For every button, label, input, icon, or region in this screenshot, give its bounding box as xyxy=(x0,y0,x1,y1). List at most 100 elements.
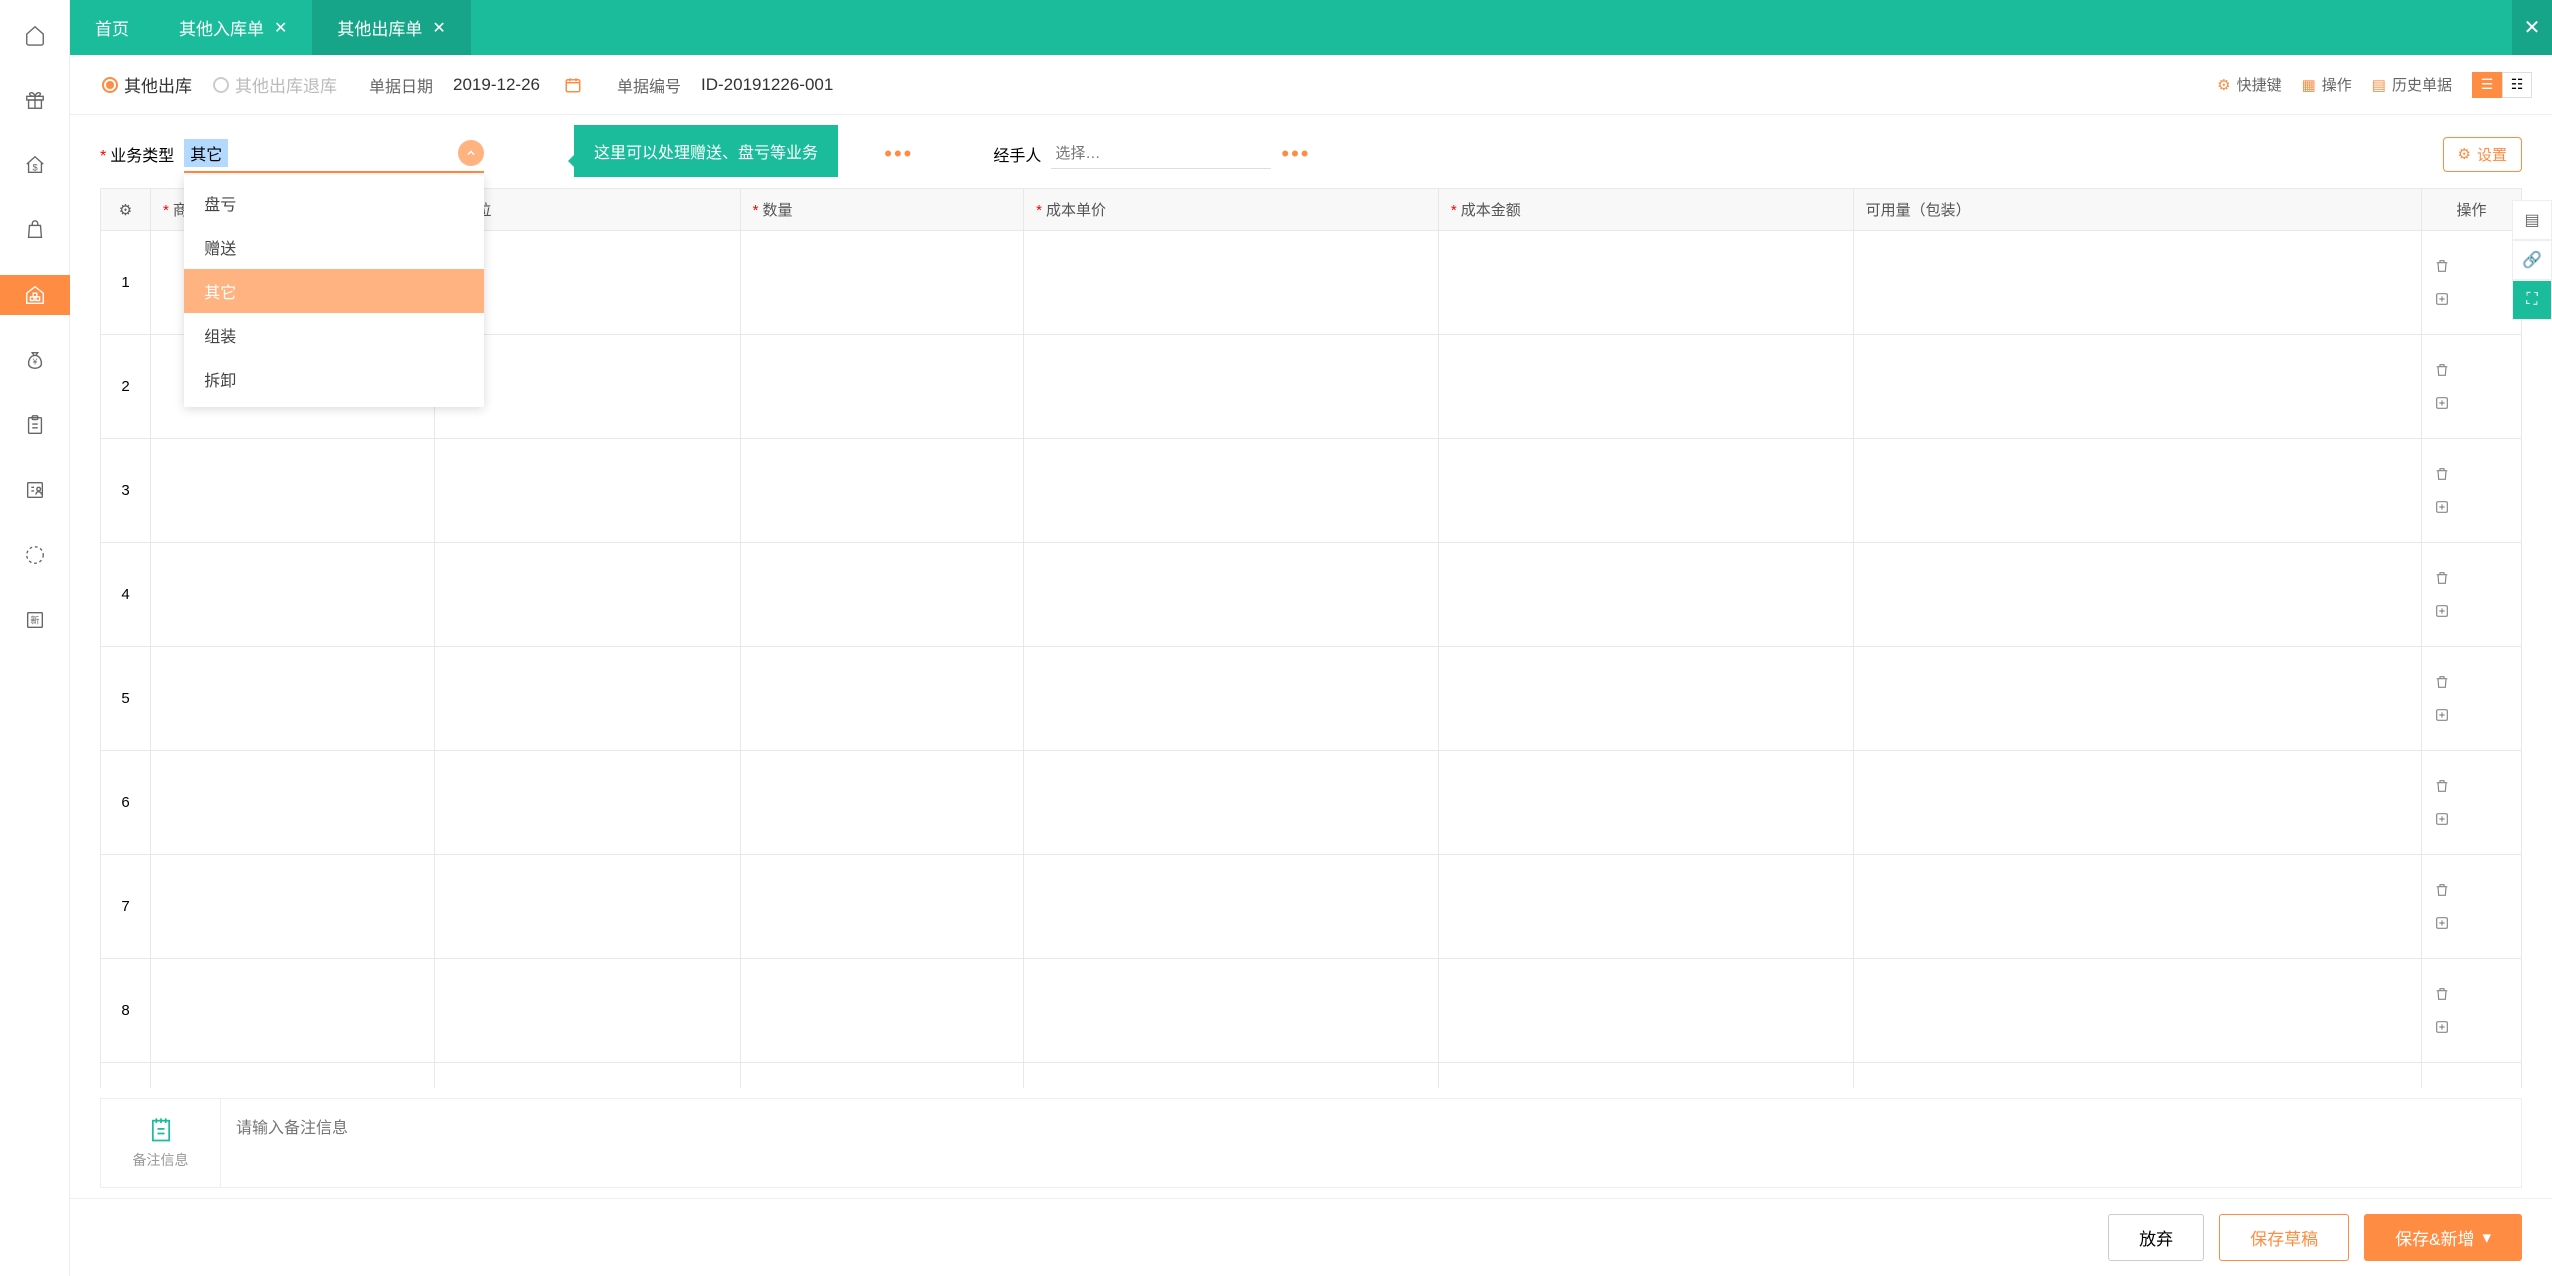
table-row[interactable]: 3 xyxy=(101,439,2522,543)
add-row-icon[interactable] xyxy=(2434,603,2509,619)
radio-other-outbound-return[interactable]: 其他出库退库 xyxy=(205,68,345,101)
shortcut-button[interactable]: ⚙ 快捷键 xyxy=(2217,74,2281,95)
remarks-input[interactable] xyxy=(221,1099,2521,1187)
handler-input[interactable] xyxy=(1051,139,1271,169)
delete-row-icon[interactable] xyxy=(2434,362,2509,378)
table-row[interactable]: 8 xyxy=(101,959,2522,1063)
right-notes-icon[interactable]: ▤ xyxy=(2512,200,2552,240)
calendar-icon[interactable] xyxy=(564,76,582,94)
settings-button[interactable]: ⚙ 设置 xyxy=(2443,137,2522,172)
add-row-icon[interactable] xyxy=(2434,707,2509,723)
delete-row-icon[interactable] xyxy=(2434,778,2509,794)
table-row[interactable]: 5 xyxy=(101,647,2522,751)
right-attachment-icon[interactable]: 🔗 xyxy=(2512,240,2552,280)
history-button[interactable]: ▤ 历史单据 xyxy=(2372,74,2452,95)
gear-icon: ⚙ xyxy=(2458,145,2471,163)
dropdown-option-zuzhang[interactable]: 组装 xyxy=(184,313,484,357)
settings-label: 设置 xyxy=(2477,144,2507,165)
col-cost-amount: *成本金额 xyxy=(1438,189,1853,231)
nav-gift-icon[interactable] xyxy=(15,80,55,120)
view-grid-icon[interactable]: ☷ xyxy=(2502,72,2532,98)
row-index: 4 xyxy=(101,543,151,647)
tab-home[interactable]: 首页 xyxy=(70,0,154,55)
nav-clipboard-icon[interactable] xyxy=(15,405,55,445)
header-right-actions: ⚙ 快捷键 ▦ 操作 ▤ 历史单据 ☰ ☷ xyxy=(2217,72,2532,98)
doc-no-label: 单据编号 xyxy=(617,73,681,97)
biz-type-dropdown: 盘亏 赠送 其它 组装 拆卸 xyxy=(184,175,484,407)
row-index: 5 xyxy=(101,647,151,751)
add-row-icon[interactable] xyxy=(2434,291,2509,307)
tab-label: 其他入库单 xyxy=(179,15,264,40)
close-icon[interactable]: ✕ xyxy=(274,18,287,38)
delete-row-icon[interactable] xyxy=(2434,674,2509,690)
dropdown-option-chaixie[interactable]: 拆卸 xyxy=(184,357,484,401)
delete-row-icon[interactable] xyxy=(2434,986,2509,1002)
delete-row-icon[interactable] xyxy=(2434,882,2509,898)
col-settings-icon[interactable]: ⚙ xyxy=(101,189,151,231)
doc-date-value[interactable]: 2019-12-26 xyxy=(453,75,540,95)
dropdown-option-pankui[interactable]: 盘亏 xyxy=(184,181,484,225)
close-icon[interactable]: ✕ xyxy=(432,18,445,38)
biz-type-value: 其它 xyxy=(184,139,228,167)
more-icon[interactable]: ••• xyxy=(1281,141,1310,167)
radio-circle-icon xyxy=(213,77,229,93)
nav-money-bag-icon[interactable]: ¥ xyxy=(15,340,55,380)
radio-label: 其他出库退库 xyxy=(235,72,337,97)
save-and-new-button[interactable]: 保存&新增 ▾ xyxy=(2364,1214,2522,1261)
shortcut-label: 快捷键 xyxy=(2237,74,2282,95)
add-row-icon[interactable] xyxy=(2434,1019,2509,1035)
left-nav-sidebar: $ ¥ 新 xyxy=(0,0,70,1276)
discard-button[interactable]: 放弃 xyxy=(2108,1214,2204,1261)
table-row[interactable]: 6 xyxy=(101,751,2522,855)
form-type-radio-group: 其他出库 其他出库退库 xyxy=(90,64,349,105)
grid-icon: ▦ xyxy=(2302,76,2316,94)
col-cost-price: *成本单价 xyxy=(1024,189,1439,231)
nav-contacts-icon[interactable] xyxy=(15,470,55,510)
remarks-section: 备注信息 xyxy=(100,1098,2522,1188)
table-row[interactable]: 9 xyxy=(101,1063,2522,1089)
delete-row-icon[interactable] xyxy=(2434,466,2509,482)
row-index: 8 xyxy=(101,959,151,1063)
add-row-icon[interactable] xyxy=(2434,395,2509,411)
add-row-icon[interactable] xyxy=(2434,915,2509,931)
operate-button[interactable]: ▦ 操作 xyxy=(2302,74,2352,95)
dropdown-option-qita[interactable]: 其它 xyxy=(184,269,484,313)
row-index: 2 xyxy=(101,335,151,439)
tab-other-outbound[interactable]: 其他出库单 ✕ xyxy=(312,0,470,55)
svg-text:¥: ¥ xyxy=(31,358,37,367)
remarks-label-text: 备注信息 xyxy=(133,1150,189,1170)
nav-new-icon[interactable]: 新 xyxy=(15,600,55,640)
tab-other-inbound[interactable]: 其他入库单 ✕ xyxy=(154,0,312,55)
main-form: *业务类型 其它 盘亏 赠送 其它 组装 拆卸 xyxy=(70,115,2552,1088)
right-expand-icon[interactable]: ⛶ xyxy=(2512,280,2552,320)
delete-row-icon[interactable] xyxy=(2434,570,2509,586)
view-list-icon[interactable]: ☰ xyxy=(2472,72,2502,98)
radio-other-outbound[interactable]: 其他出库 xyxy=(94,68,200,101)
col-quantity: *数量 xyxy=(740,189,1024,231)
nav-home-icon[interactable] xyxy=(15,15,55,55)
nav-loading-icon[interactable] xyxy=(15,535,55,575)
row-index: 6 xyxy=(101,751,151,855)
more-icon[interactable]: ••• xyxy=(884,141,913,167)
table-row[interactable]: 4 xyxy=(101,543,2522,647)
biz-type-select[interactable]: 其它 盘亏 赠送 其它 组装 拆卸 xyxy=(184,135,484,173)
doc-no-value: ID-20191226-001 xyxy=(701,75,833,95)
save-draft-button[interactable]: 保存草稿 xyxy=(2219,1214,2349,1261)
close-panel-button[interactable]: ✕ xyxy=(2512,0,2552,55)
svg-text:新: 新 xyxy=(30,615,39,626)
table-row[interactable]: 7 xyxy=(101,855,2522,959)
add-row-icon[interactable] xyxy=(2434,811,2509,827)
nav-bag-icon[interactable] xyxy=(15,210,55,250)
tab-bar: 首页 其他入库单 ✕ 其他出库单 ✕ ✕ xyxy=(70,0,2552,55)
nav-warehouse-icon[interactable] xyxy=(0,275,70,315)
save-new-label: 保存&新增 xyxy=(2395,1225,2474,1250)
handler-block: 经手人 ••• xyxy=(993,139,1310,169)
form-header: 其他出库 其他出库退库 单据日期 2019-12-26 单据编号 ID-2019… xyxy=(70,55,2552,115)
chevron-up-icon[interactable] xyxy=(458,140,484,166)
dropdown-option-zengsong[interactable]: 赠送 xyxy=(184,225,484,269)
handler-label: 经手人 xyxy=(993,142,1041,166)
col-ops: 操作 xyxy=(2422,189,2522,231)
delete-row-icon[interactable] xyxy=(2434,258,2509,274)
add-row-icon[interactable] xyxy=(2434,499,2509,515)
nav-finance-house-icon[interactable]: $ xyxy=(15,145,55,185)
